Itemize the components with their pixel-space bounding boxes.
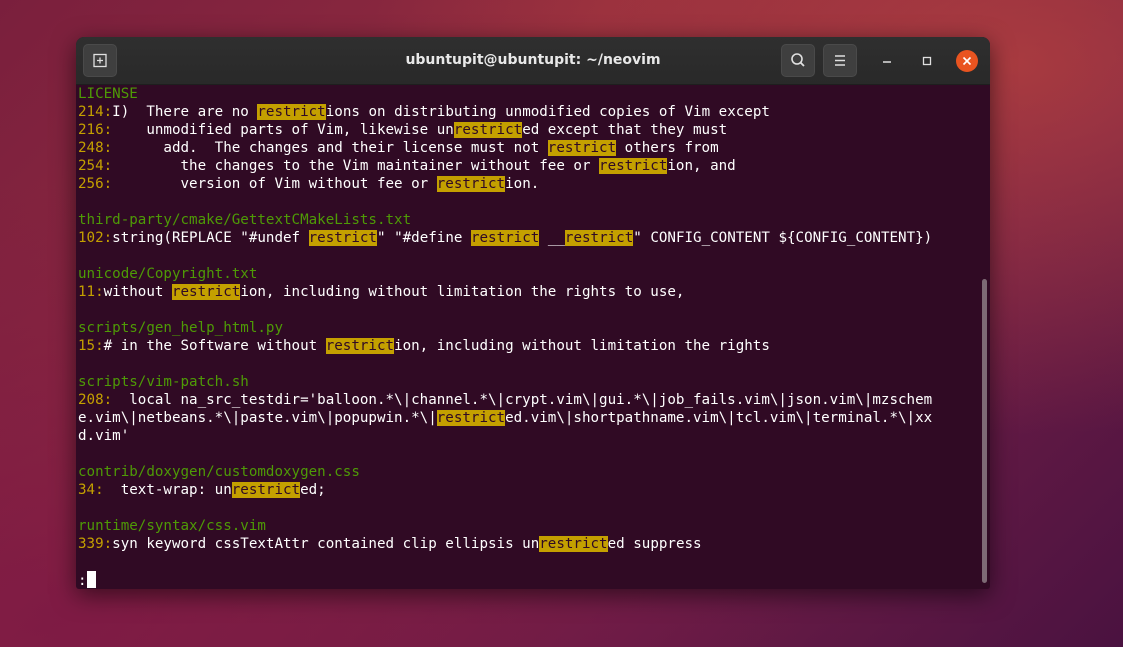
result-line: d.vim' xyxy=(78,427,976,445)
line-number: 11: xyxy=(78,284,104,300)
result-filename: runtime/syntax/css.vim xyxy=(78,517,976,535)
result-filename: LICENSE xyxy=(78,85,976,103)
line-text: without xyxy=(104,284,172,300)
blank-line xyxy=(78,193,976,211)
blank-line xyxy=(78,247,976,265)
line-text: ion, and xyxy=(667,158,735,174)
match-highlight: restrict xyxy=(172,284,240,300)
line-text: e.vim\|netbeans.*\|paste.vim\|popupwin.*… xyxy=(78,410,437,426)
line-text: syn keyword cssTextAttr contained clip e… xyxy=(112,536,539,552)
search-button[interactable] xyxy=(781,44,815,77)
match-highlight: restrict xyxy=(326,338,394,354)
blank-line xyxy=(78,445,976,463)
result-line: 34: text-wrap: unrestricted; xyxy=(78,481,976,499)
blank-line xyxy=(78,499,976,517)
scrollbar[interactable] xyxy=(982,279,987,583)
line-text: others from xyxy=(616,140,719,156)
line-number: 216: xyxy=(78,122,112,138)
new-tab-button[interactable] xyxy=(83,44,117,77)
minimize-icon xyxy=(876,50,898,72)
line-number: 102: xyxy=(78,230,112,246)
close-button[interactable] xyxy=(956,50,978,72)
terminal-window: ubuntupit@ubuntupit: ~/neovim xyxy=(76,37,990,589)
line-text: ed; xyxy=(300,482,326,498)
match-highlight: restrict xyxy=(309,230,377,246)
line-number: 34: xyxy=(78,482,104,498)
line-text: ion, including without limitation the ri… xyxy=(394,338,770,354)
command-prompt: : xyxy=(78,573,87,589)
line-text: local na_src_testdir='balloon.*\|channel… xyxy=(112,392,932,408)
line-text: # in the Software without xyxy=(104,338,326,354)
blank-line xyxy=(78,301,976,319)
line-text: ed suppress xyxy=(608,536,702,552)
result-line: 214:I) There are no restrictions on dist… xyxy=(78,103,976,121)
new-tab-icon xyxy=(84,45,116,76)
line-text: ion, including without limitation the ri… xyxy=(240,284,684,300)
search-icon xyxy=(782,45,814,76)
result-filename: third-party/cmake/GettextCMakeLists.txt xyxy=(78,211,976,229)
close-icon xyxy=(956,50,978,72)
match-highlight: restrict xyxy=(454,122,522,138)
result-filename: contrib/doxygen/customdoxygen.css xyxy=(78,463,976,481)
line-number: 214: xyxy=(78,104,112,120)
match-highlight: restrict xyxy=(539,536,607,552)
line-text: ion. xyxy=(505,176,539,192)
line-number: 248: xyxy=(78,140,112,156)
match-highlight: restrict xyxy=(565,230,633,246)
text-cursor xyxy=(87,571,96,588)
line-number: 254: xyxy=(78,158,112,174)
match-highlight: restrict xyxy=(548,140,616,156)
line-text: ed except that they must xyxy=(522,122,727,138)
match-highlight: restrict xyxy=(599,158,667,174)
result-filename: scripts/vim-patch.sh xyxy=(78,373,976,391)
line-number: 339: xyxy=(78,536,112,552)
match-highlight: restrict xyxy=(437,176,505,192)
command-line[interactable]: : xyxy=(78,571,96,589)
result-line: 11:without restriction, including withou… xyxy=(78,283,976,301)
line-text: string(REPLACE "#undef xyxy=(112,230,308,246)
menu-button[interactable] xyxy=(823,44,857,77)
match-highlight: restrict xyxy=(471,230,539,246)
line-text: add. The changes and their license must … xyxy=(112,140,548,156)
line-text: unmodified parts of Vim, likewise un xyxy=(112,122,454,138)
line-text: __ xyxy=(539,230,565,246)
line-text: version of Vim without fee or xyxy=(112,176,437,192)
match-highlight: restrict xyxy=(232,482,300,498)
match-highlight: restrict xyxy=(257,104,325,120)
result-line: 208: local na_src_testdir='balloon.*\|ch… xyxy=(78,391,976,409)
line-number: 208: xyxy=(78,392,112,408)
blank-line xyxy=(78,355,976,373)
line-text: text-wrap: un xyxy=(104,482,232,498)
result-line: 248: add. The changes and their license … xyxy=(78,139,976,157)
match-highlight: restrict xyxy=(437,410,505,426)
result-line: 102:string(REPLACE "#undef restrict" "#d… xyxy=(78,229,976,247)
hamburger-menu-icon xyxy=(824,45,856,76)
line-text: the changes to the Vim maintainer withou… xyxy=(112,158,599,174)
result-filename: unicode/Copyright.txt xyxy=(78,265,976,283)
maximize-icon xyxy=(916,50,938,72)
result-line: 256: version of Vim without fee or restr… xyxy=(78,175,976,193)
maximize-button[interactable] xyxy=(916,50,938,72)
result-line: 216: unmodified parts of Vim, likewise u… xyxy=(78,121,976,139)
result-line: 339:syn keyword cssTextAttr contained cl… xyxy=(78,535,976,553)
line-text: d.vim' xyxy=(78,428,129,444)
result-line: 254: the changes to the Vim maintainer w… xyxy=(78,157,976,175)
line-text: ions on distributing unmodified copies o… xyxy=(326,104,770,120)
terminal-output[interactable]: LICENSE214:I) There are no restrictions … xyxy=(76,85,976,589)
line-text: " CONFIG_CONTENT ${CONFIG_CONTENT}) xyxy=(633,230,932,246)
minimize-button[interactable] xyxy=(876,50,898,72)
line-text: " "#define xyxy=(377,230,471,246)
result-line: e.vim\|netbeans.*\|paste.vim\|popupwin.*… xyxy=(78,409,976,427)
result-line: 15:# in the Software without restriction… xyxy=(78,337,976,355)
line-text: I) There are no xyxy=(112,104,257,120)
line-number: 256: xyxy=(78,176,112,192)
line-number: 15: xyxy=(78,338,104,354)
result-filename: scripts/gen_help_html.py xyxy=(78,319,976,337)
title-bar: ubuntupit@ubuntupit: ~/neovim xyxy=(76,37,990,85)
blank-line xyxy=(78,553,976,571)
line-text: ed.vim\|shortpathname.vim\|tcl.vim\|term… xyxy=(505,410,932,426)
